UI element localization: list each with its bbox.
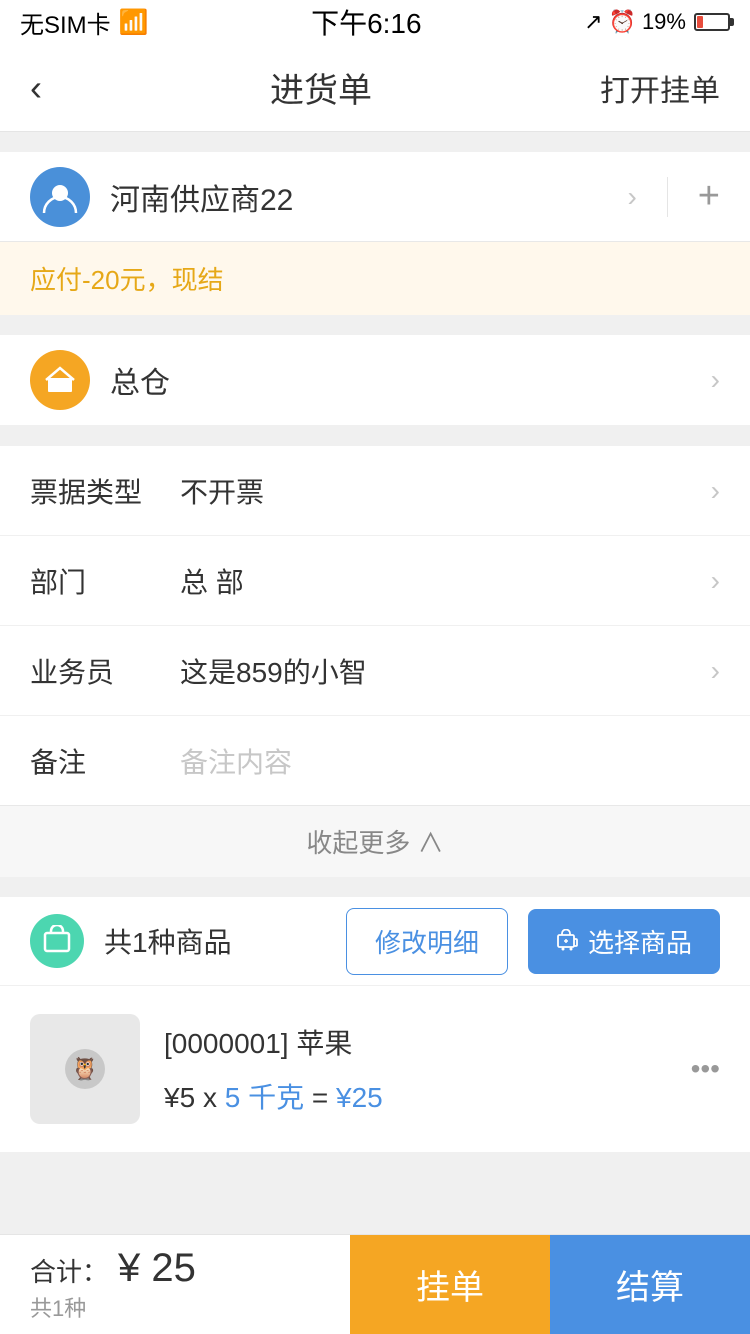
total-label: 合计：	[30, 1252, 108, 1289]
supplier-section: 河南供应商22 › + 应付-20元，现结	[0, 152, 750, 315]
add-supplier-button[interactable]: +	[698, 175, 720, 218]
status-time: 下午6:16	[311, 2, 422, 42]
section-gap-3	[0, 425, 750, 445]
alarm-icon: ⏰	[609, 9, 636, 35]
product-name: [0000001] 苹果	[164, 1022, 667, 1062]
product-thumb-icon: 🦉	[55, 1039, 115, 1099]
nav-bar: ‹ 进货单 打开挂单	[0, 44, 750, 132]
total-amount: ¥ 25	[118, 1246, 196, 1291]
status-bar: 无SIM卡 📶 下午6:16 ↗ ⏰ 19%	[0, 0, 750, 44]
supplier-row[interactable]: 河南供应商22 › +	[0, 152, 750, 242]
product-header: 共1种商品 修改明细 选择商品	[0, 897, 750, 985]
product-price-line: ¥5 x 5 千克 = ¥25	[164, 1076, 667, 1116]
section-gap-1	[0, 132, 750, 152]
department-value: 总 部	[150, 561, 711, 601]
product-thumbnail: 🦉	[30, 1014, 140, 1124]
products-section: 共1种商品 修改明细 选择商品 🦉 [0000001] 苹果	[0, 897, 750, 1152]
invoice-chevron-icon: ›	[711, 475, 720, 507]
carrier-label: 无SIM卡	[20, 5, 111, 40]
cart-icon	[556, 929, 580, 953]
collapse-toggle[interactable]: 收起更多 ∧	[0, 805, 750, 877]
location-icon: ↗	[584, 9, 602, 35]
salesman-label: 业务员	[30, 651, 150, 691]
battery-label: 19%	[642, 9, 686, 35]
department-chevron-icon: ›	[711, 565, 720, 597]
salesman-value: 这是859的小智	[150, 651, 711, 691]
page-title: 进货单	[270, 63, 372, 112]
department-label: 部门	[30, 561, 150, 601]
form-section: 票据类型 不开票 › 部门 总 部 › 业务员 这是859的小智 › 备注 备注…	[0, 445, 750, 877]
supplier-name: 河南供应商22	[110, 175, 627, 219]
select-product-label: 选择商品	[588, 923, 692, 960]
remark-input[interactable]: 备注内容	[150, 741, 720, 781]
total-row: 合计： ¥ 25	[30, 1246, 320, 1291]
warehouse-section: 总仓 ›	[0, 335, 750, 425]
invoice-value: 不开票	[150, 471, 711, 511]
invoice-row[interactable]: 票据类型 不开票 ›	[0, 445, 750, 535]
warehouse-icon	[30, 350, 90, 410]
warehouse-row[interactable]: 总仓 ›	[0, 335, 750, 425]
supplier-avatar	[30, 167, 90, 227]
remark-row[interactable]: 备注 备注内容	[0, 715, 750, 805]
edit-detail-button[interactable]: 修改明细	[346, 908, 508, 975]
supplier-notice: 应付-20元，现结	[0, 242, 750, 315]
wifi-icon: 📶	[119, 8, 149, 37]
select-product-button[interactable]: 选择商品	[528, 909, 720, 974]
hang-button[interactable]: 挂单	[350, 1235, 550, 1334]
collapse-label: 收起更多 ∧	[306, 823, 443, 860]
supplier-divider	[667, 177, 668, 217]
battery-icon	[694, 13, 730, 31]
salesman-chevron-icon: ›	[711, 655, 720, 687]
product-count-icon	[30, 914, 84, 968]
open-hang-button[interactable]: 打开挂单	[600, 66, 720, 110]
warehouse-name: 总仓	[110, 358, 711, 402]
back-button[interactable]: ‹	[30, 67, 42, 109]
svg-text:🦉: 🦉	[71, 1056, 98, 1081]
supplier-chevron-icon: ›	[627, 181, 636, 213]
settle-button[interactable]: 结算	[550, 1235, 750, 1334]
remark-label: 备注	[30, 741, 150, 781]
footer: 合计： ¥ 25 共1种 挂单 结算	[0, 1234, 750, 1334]
product-item: 🦉 [0000001] 苹果 ¥5 x 5 千克 = ¥25 •••	[0, 985, 750, 1152]
invoice-label: 票据类型	[30, 471, 150, 511]
salesman-row[interactable]: 业务员 这是859的小智 ›	[0, 625, 750, 715]
section-gap-2	[0, 315, 750, 335]
product-info: [0000001] 苹果 ¥5 x 5 千克 = ¥25	[164, 1022, 667, 1116]
bottom-spacer	[0, 1152, 750, 1212]
section-gap-4	[0, 877, 750, 897]
department-row[interactable]: 部门 总 部 ›	[0, 535, 750, 625]
status-left: 无SIM卡 📶	[20, 5, 149, 40]
footer-total: 合计： ¥ 25 共1种	[0, 1235, 350, 1334]
status-right: ↗ ⏰ 19%	[584, 9, 730, 35]
product-more-button[interactable]: •••	[691, 1053, 720, 1085]
product-count: 共1种商品	[104, 921, 326, 961]
total-count: 共1种	[30, 1291, 320, 1323]
warehouse-chevron-icon: ›	[711, 364, 720, 396]
